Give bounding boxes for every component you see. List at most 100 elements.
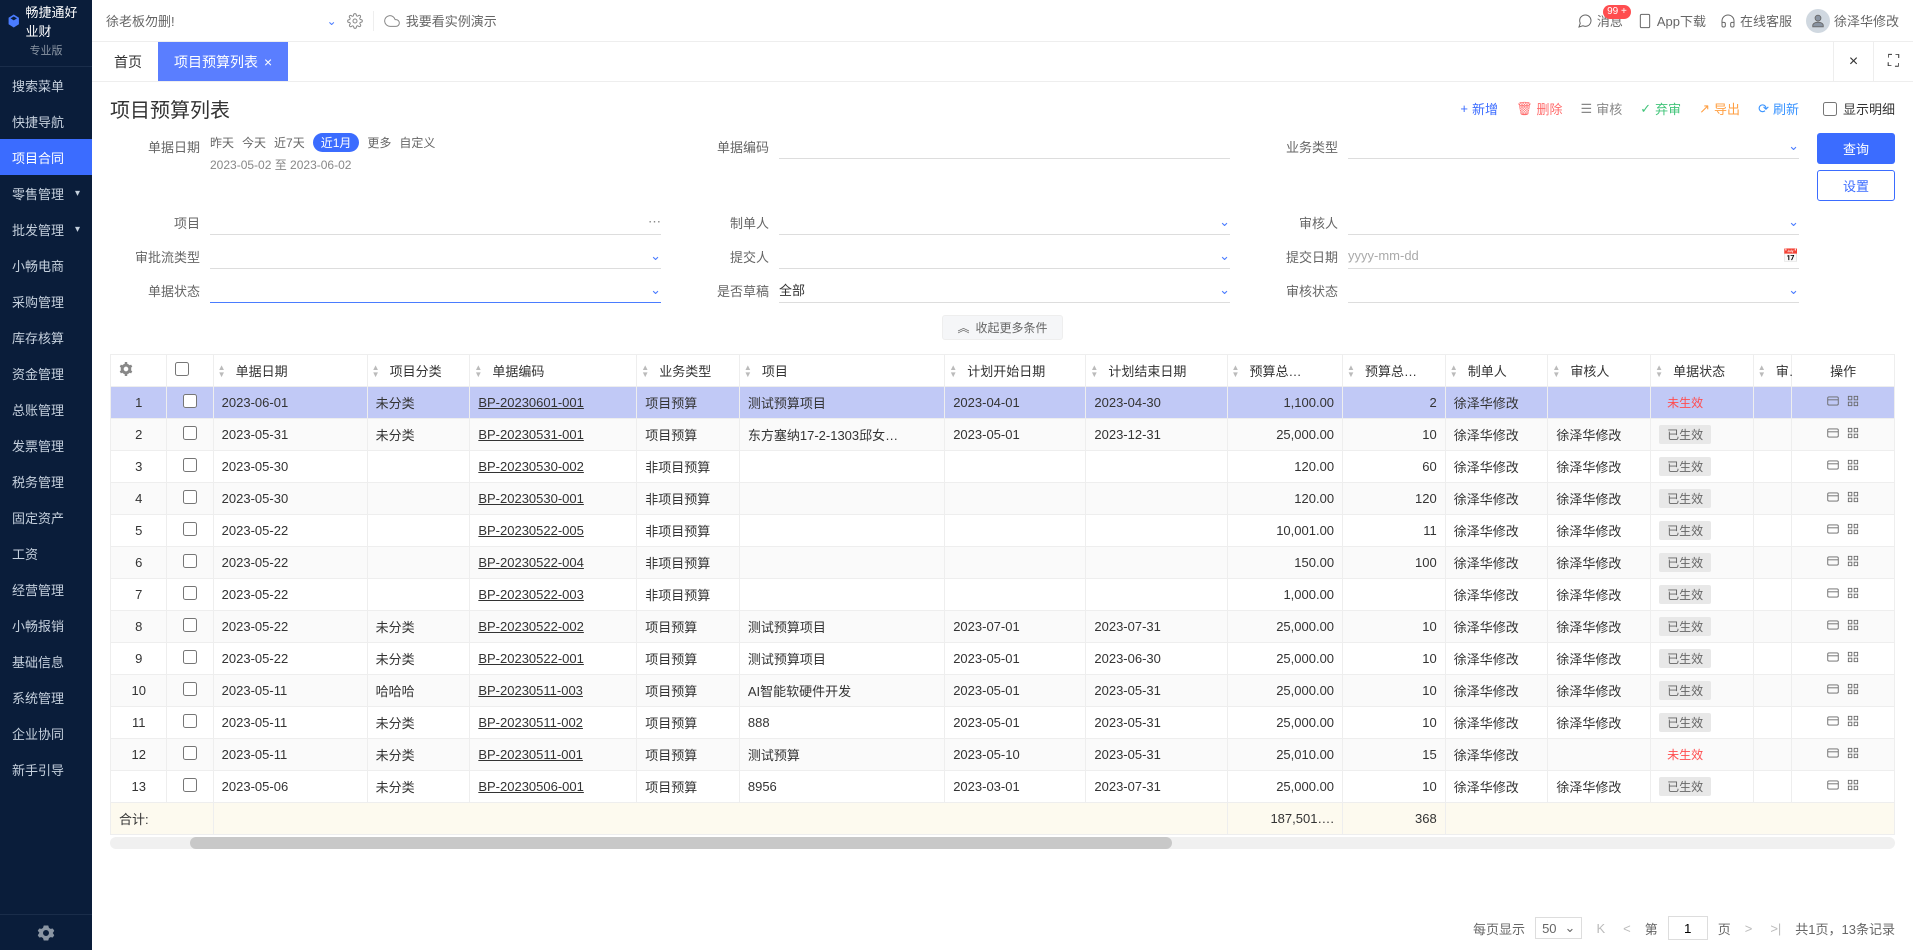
tab-fullscreen[interactable]: ⛶: [1873, 42, 1913, 82]
code-link[interactable]: BP-20230522-003: [478, 587, 584, 602]
show-detail-checkbox[interactable]: [1823, 102, 1837, 116]
settings-button[interactable]: 设置: [1817, 170, 1895, 201]
select-all-checkbox[interactable]: [175, 362, 189, 376]
row-checkbox[interactable]: [183, 778, 197, 792]
close-icon[interactable]: ×: [264, 54, 272, 70]
auditstatus-select[interactable]: ⌄: [1348, 277, 1799, 303]
col-status[interactable]: ▲▼单据状态: [1651, 355, 1754, 387]
code-link[interactable]: BP-20230506-001: [478, 779, 584, 794]
table-row[interactable]: 62023-05-22BP-20230522-004非项目预算150.00100…: [111, 547, 1895, 579]
sidebar-item[interactable]: 经营管理: [0, 571, 92, 607]
export-button[interactable]: ↗导出: [1699, 99, 1740, 118]
sidebar-item[interactable]: 库存核算: [0, 319, 92, 355]
col-plan-start[interactable]: ▲▼计划开始日期: [945, 355, 1086, 387]
delete-button[interactable]: 🗑删除: [1516, 99, 1563, 118]
code-link[interactable]: BP-20230530-002: [478, 459, 584, 474]
refresh-button[interactable]: ⟳刷新: [1758, 99, 1799, 118]
col-auditor[interactable]: ▲▼审核人: [1548, 355, 1651, 387]
biztype-select[interactable]: ⌄: [1348, 133, 1799, 159]
sidebar-item[interactable]: 资金管理: [0, 355, 92, 391]
more-icon[interactable]: [1846, 618, 1860, 632]
per-page-select[interactable]: 50⌄: [1535, 917, 1582, 939]
more-icon[interactable]: [1846, 746, 1860, 760]
code-link[interactable]: BP-20230511-003: [478, 683, 583, 698]
table-row[interactable]: 12023-06-01未分类BP-20230601-001项目预算测试预算项目2…: [111, 387, 1895, 419]
preset-yesterday[interactable]: 昨天: [210, 134, 234, 151]
more-icon[interactable]: [1846, 778, 1860, 792]
code-link[interactable]: BP-20230522-004: [478, 555, 584, 570]
row-checkbox[interactable]: [183, 554, 197, 568]
sidebar-item[interactable]: 搜索菜单: [0, 67, 92, 103]
service-button[interactable]: 在线客服: [1720, 11, 1792, 30]
sidebar-item[interactable]: 批发管理▾: [0, 211, 92, 247]
page-first[interactable]: K: [1592, 921, 1609, 936]
col-checkbox[interactable]: [167, 355, 213, 387]
code-link[interactable]: BP-20230522-005: [478, 523, 584, 538]
table-row[interactable]: 52023-05-22BP-20230522-005非项目预算10,001.00…: [111, 515, 1895, 547]
row-checkbox[interactable]: [183, 394, 197, 408]
more-icon[interactable]: [1846, 394, 1860, 408]
audit-button[interactable]: ☰审核: [1581, 99, 1623, 118]
gear-icon[interactable]: [347, 13, 363, 29]
code-link[interactable]: BP-20230601-001: [478, 395, 584, 410]
page-prev[interactable]: <: [1619, 921, 1635, 936]
view-icon[interactable]: [1826, 490, 1840, 504]
code-input[interactable]: [779, 133, 1230, 159]
code-link[interactable]: BP-20230511-001: [478, 747, 583, 762]
view-icon[interactable]: [1826, 586, 1840, 600]
table-row[interactable]: 22023-05-31未分类BP-20230531-001项目预算东方塞纳17-…: [111, 419, 1895, 451]
col-plan-end[interactable]: ▲▼计划结束日期: [1086, 355, 1227, 387]
creator-select[interactable]: ⌄: [779, 209, 1230, 235]
user-menu[interactable]: 徐泽华修改: [1806, 9, 1899, 33]
sidebar-item[interactable]: 小畅报销: [0, 607, 92, 643]
more-icon[interactable]: [1846, 650, 1860, 664]
row-checkbox[interactable]: [183, 714, 197, 728]
row-checkbox[interactable]: [183, 618, 197, 632]
table-row[interactable]: 102023-05-11哈哈哈BP-20230511-003项目预算AI智能软硬…: [111, 675, 1895, 707]
view-icon[interactable]: [1826, 714, 1840, 728]
page-input[interactable]: [1668, 916, 1708, 940]
view-icon[interactable]: [1826, 682, 1840, 696]
scrollbar-thumb[interactable]: [190, 837, 1172, 849]
demo-link[interactable]: 我要看实例演示: [384, 11, 497, 30]
code-link[interactable]: BP-20230522-001: [478, 651, 584, 666]
h-scrollbar[interactable]: [110, 837, 1895, 849]
status-select[interactable]: ⌄: [210, 277, 661, 303]
view-icon[interactable]: [1826, 778, 1840, 792]
more-icon[interactable]: [1846, 490, 1860, 504]
view-icon[interactable]: [1826, 618, 1840, 632]
add-button[interactable]: +新增: [1460, 99, 1498, 118]
preset-last7[interactable]: 近7天: [274, 134, 305, 151]
table-row[interactable]: 82023-05-22未分类BP-20230522-002项目预算测试预算项目2…: [111, 611, 1895, 643]
view-icon[interactable]: [1826, 554, 1840, 568]
more-icon[interactable]: [1846, 522, 1860, 536]
page-last[interactable]: >|: [1766, 921, 1785, 936]
sidebar-item[interactable]: 税务管理: [0, 463, 92, 499]
sidebar-item[interactable]: 固定资产: [0, 499, 92, 535]
more-icon[interactable]: [1846, 682, 1860, 696]
table-row[interactable]: 112023-05-11未分类BP-20230511-002项目预算888202…: [111, 707, 1895, 739]
row-checkbox[interactable]: [183, 586, 197, 600]
row-checkbox[interactable]: [183, 650, 197, 664]
more-icon[interactable]: [1846, 586, 1860, 600]
message-button[interactable]: 消息 99 +: [1577, 11, 1623, 30]
table-row[interactable]: 42023-05-30BP-20230530-001非项目预算120.00120…: [111, 483, 1895, 515]
submitdate-input[interactable]: yyyy-mm-dd📅: [1348, 243, 1799, 269]
page-next[interactable]: >: [1741, 921, 1757, 936]
preset-today[interactable]: 今天: [242, 134, 266, 151]
col-category[interactable]: ▲▼项目分类: [367, 355, 470, 387]
sidebar-item[interactable]: 基础信息: [0, 643, 92, 679]
col-code[interactable]: ▲▼单据编码: [470, 355, 637, 387]
col-budget2[interactable]: ▲▼预算总…: [1343, 355, 1446, 387]
view-icon[interactable]: [1826, 458, 1840, 472]
preset-last1m[interactable]: 近1月: [313, 133, 360, 152]
col-budget1[interactable]: ▲▼预算总…: [1227, 355, 1343, 387]
submitter-select[interactable]: ⌄: [779, 243, 1230, 269]
show-detail-toggle[interactable]: 显示明细: [1823, 99, 1895, 118]
sidebar-item[interactable]: 快捷导航: [0, 103, 92, 139]
sidebar-item[interactable]: 总账管理: [0, 391, 92, 427]
tab-home[interactable]: 首页: [98, 42, 158, 81]
col-date[interactable]: ▲▼单据日期: [213, 355, 367, 387]
table-row[interactable]: 122023-05-11未分类BP-20230511-001项目预算测试预算20…: [111, 739, 1895, 771]
sidebar-item[interactable]: 新手引导: [0, 751, 92, 787]
